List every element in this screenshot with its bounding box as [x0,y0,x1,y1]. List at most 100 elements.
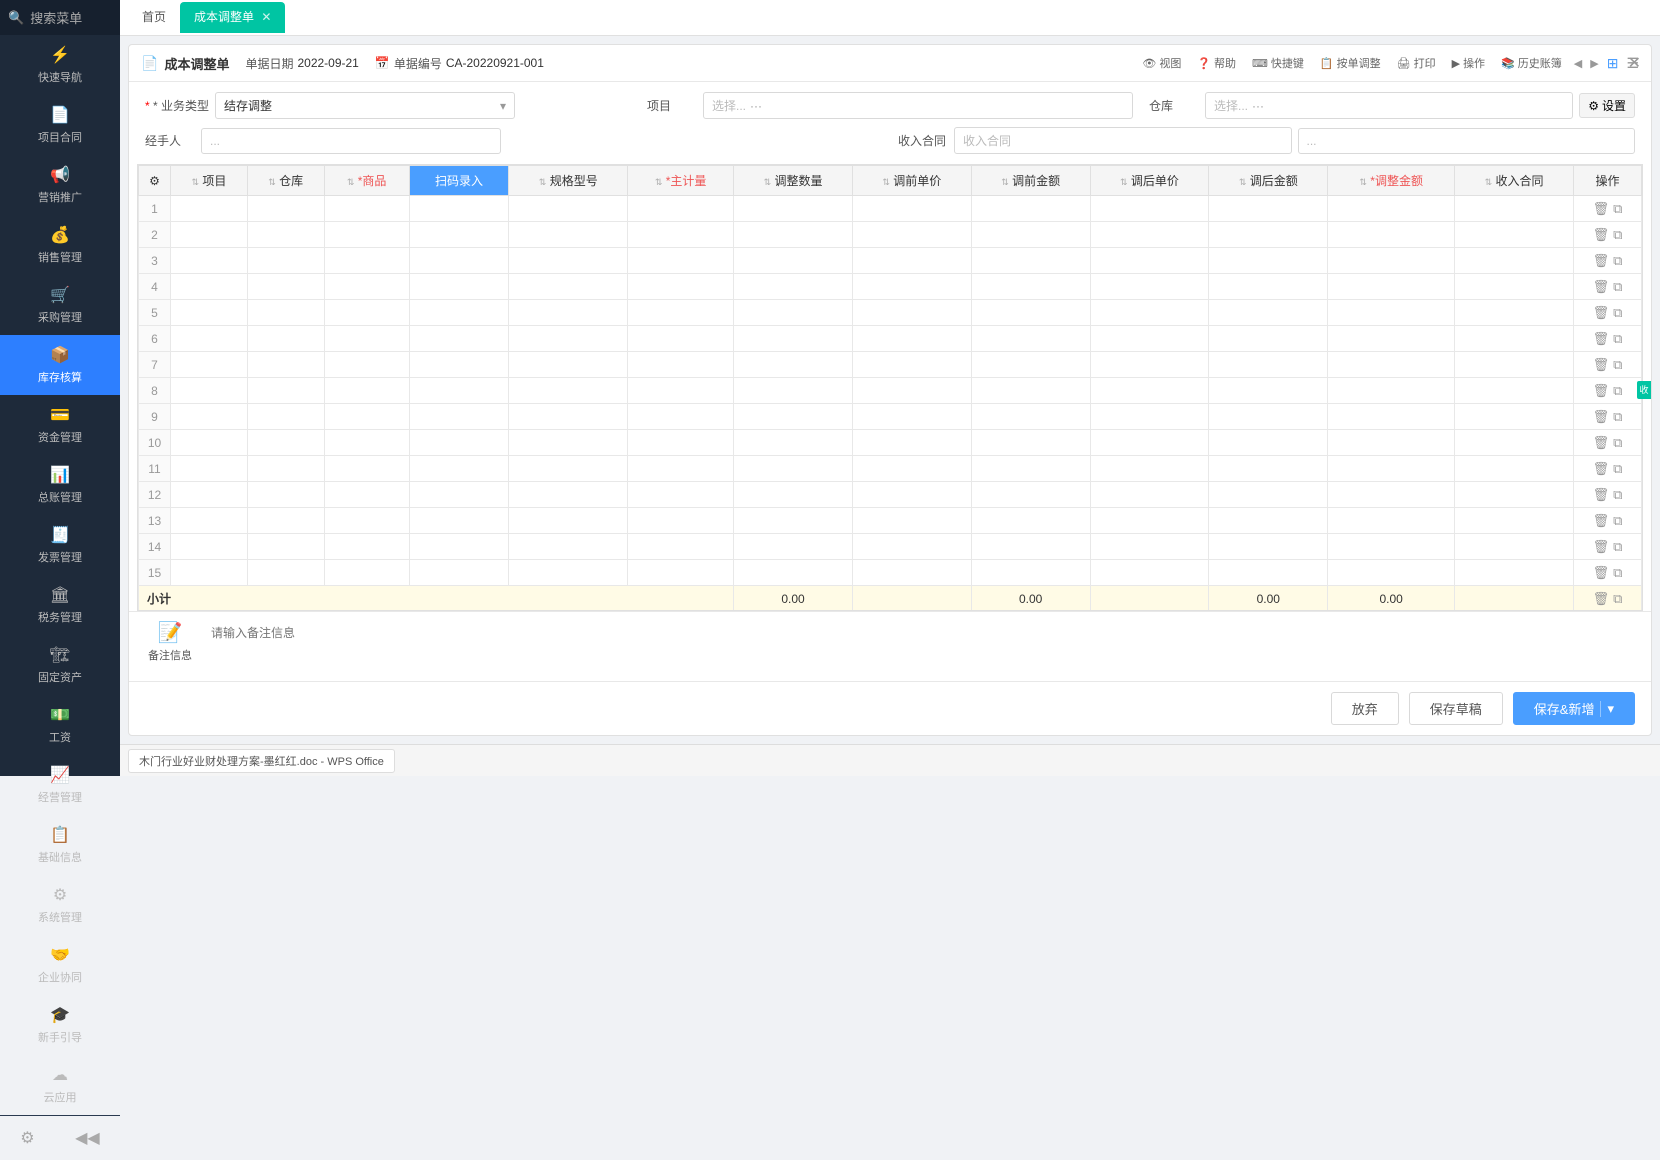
cell-scan[interactable] [409,430,509,456]
cell-product[interactable] [324,196,409,222]
cell-adj-amount[interactable] [1328,248,1455,274]
sidebar-item-purchase-mgmt[interactable]: 🛒 采购管理 [0,275,120,335]
copy-row-icon[interactable]: ⧉ [1613,383,1622,399]
cell-project[interactable] [171,378,248,404]
cell-income-contract[interactable] [1455,482,1574,508]
income-contract-extra[interactable]: ... [1298,128,1636,154]
cell-before-amount[interactable] [971,482,1090,508]
cell-before-amount[interactable] [971,404,1090,430]
tab-cost-adjustment[interactable]: 成本调整单 ✕ [180,2,285,33]
col-scan-input[interactable]: 扫码录入 [409,166,509,196]
cell-after-price[interactable] [1090,300,1209,326]
cell-income-contract[interactable] [1455,300,1574,326]
cell-before-price[interactable] [852,508,971,534]
cell-adj-qty[interactable] [734,378,853,404]
cell-adj-amount[interactable] [1328,456,1455,482]
cell-before-price[interactable] [852,222,971,248]
cell-product[interactable] [324,300,409,326]
cell-before-amount[interactable] [971,300,1090,326]
cell-before-price[interactable] [852,248,971,274]
cell-warehouse[interactable] [247,404,324,430]
delete-row-icon[interactable]: 🗑 [1593,409,1610,425]
cell-spec[interactable] [509,482,628,508]
sidebar-item-inventory[interactable]: 📦 库存核算 [0,335,120,395]
cell-after-price[interactable] [1090,378,1209,404]
cell-unit[interactable] [628,274,734,300]
cell-product[interactable] [324,560,409,586]
taskbar-item[interactable]: 木门行业好业财处理方案-墨红红.doc - WPS Office [128,749,395,773]
cell-scan[interactable] [409,534,509,560]
cell-adj-qty[interactable] [734,456,853,482]
cell-adj-amount[interactable] [1328,534,1455,560]
cell-warehouse[interactable] [247,430,324,456]
toolbar-grid-icon[interactable]: ⊞ [1607,55,1619,72]
cell-before-amount[interactable] [971,378,1090,404]
cell-after-price[interactable] [1090,274,1209,300]
cell-scan[interactable] [409,352,509,378]
cell-unit[interactable] [628,508,734,534]
cell-before-amount[interactable] [971,326,1090,352]
cell-income-contract[interactable] [1455,378,1574,404]
copy-row-icon[interactable]: ⧉ [1613,539,1622,555]
cell-spec[interactable] [509,326,628,352]
cell-adj-amount[interactable] [1328,430,1455,456]
cell-unit[interactable] [628,430,734,456]
cell-product[interactable] [324,482,409,508]
cell-income-contract[interactable] [1455,430,1574,456]
cell-project[interactable] [171,352,248,378]
cell-income-contract[interactable] [1455,534,1574,560]
sidebar-item-ops-mgmt[interactable]: 📈 经营管理 [0,755,120,815]
sidebar-item-sales-promo[interactable]: 📢 营销推广 [0,155,120,215]
cell-adj-qty[interactable] [734,560,853,586]
cell-warehouse[interactable] [247,274,324,300]
sidebar-item-new-guide[interactable]: 🎓 新手引导 [0,995,120,1055]
cell-unit[interactable] [628,326,734,352]
cell-product[interactable] [324,352,409,378]
sidebar-item-sales-mgmt[interactable]: 💰 销售管理 [0,215,120,275]
cell-after-amount[interactable] [1209,326,1328,352]
cell-after-amount[interactable] [1209,534,1328,560]
cell-adj-amount[interactable] [1328,404,1455,430]
cell-income-contract[interactable] [1455,560,1574,586]
toolbar-help[interactable]: ❓ 帮助 [1193,53,1240,73]
cell-warehouse[interactable] [247,378,324,404]
cell-before-amount[interactable] [971,274,1090,300]
toolbar-check-adjust[interactable]: 📋 按单调整 [1316,53,1385,73]
warehouse-input[interactable]: 选择... ··· [1205,92,1573,119]
cell-scan[interactable] [409,560,509,586]
cell-adj-amount[interactable] [1328,560,1455,586]
copy-row-icon[interactable]: ⧉ [1613,305,1622,321]
cell-warehouse[interactable] [247,300,324,326]
cell-after-amount[interactable] [1209,456,1328,482]
cell-unit[interactable] [628,378,734,404]
handler-input[interactable]: ... [201,128,501,154]
copy-row-icon[interactable]: ⧉ [1613,487,1622,503]
toolbar-hotkey[interactable]: ⌨ 快捷键 [1248,53,1308,73]
cell-scan[interactable] [409,378,509,404]
cell-spec[interactable] [509,222,628,248]
sidebar-item-invoice-mgmt[interactable]: 🧾 发票管理 [0,515,120,575]
cell-product[interactable] [324,430,409,456]
cell-spec[interactable] [509,352,628,378]
delete-row-icon[interactable]: 🗑 [1593,565,1610,581]
sidebar-search[interactable]: 🔍 搜索菜单 [0,0,120,35]
cell-project[interactable] [171,482,248,508]
cell-project[interactable] [171,248,248,274]
cell-unit[interactable] [628,482,734,508]
cell-unit[interactable] [628,300,734,326]
settings-bottom-icon[interactable]: ⚙ [16,1124,38,1152]
cell-adj-qty[interactable] [734,274,853,300]
cell-before-price[interactable] [852,482,971,508]
copy-row-icon[interactable]: ⧉ [1613,461,1622,477]
cell-project[interactable] [171,560,248,586]
cell-adj-amount[interactable] [1328,508,1455,534]
cell-after-price[interactable] [1090,560,1209,586]
cell-income-contract[interactable] [1455,352,1574,378]
toolbar-actions[interactable]: ▶ 操作 [1448,53,1489,73]
collapse-icon[interactable]: ◀◀ [71,1124,104,1152]
cell-before-amount[interactable] [971,508,1090,534]
cell-spec[interactable] [509,430,628,456]
copy-row-icon[interactable]: ⧉ [1613,435,1622,451]
cell-scan[interactable] [409,222,509,248]
right-indicator[interactable]: 收 [1637,381,1651,399]
